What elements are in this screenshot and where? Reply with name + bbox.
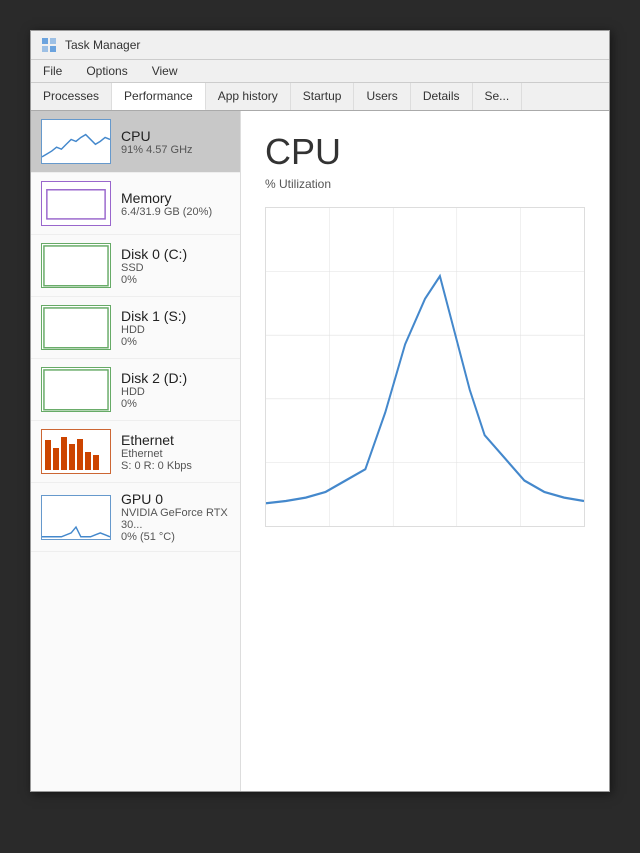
cpu-detail: 91% 4.57 GHz [121,144,230,156]
sidebar: CPU 91% 4.57 GHz Memory 6.4/31.9 GB (20%… [31,111,241,791]
disk1-detail2: 0% [121,336,230,348]
main-panel: CPU % Utilization [241,111,609,791]
tab-services[interactable]: Se... [473,83,523,110]
cpu-info: CPU 91% 4.57 GHz [121,128,230,156]
tab-performance[interactable]: Performance [112,83,206,111]
sidebar-item-cpu[interactable]: CPU 91% 4.57 GHz [31,111,240,173]
tab-app-history[interactable]: App history [206,83,291,110]
window-title: Task Manager [65,38,140,52]
tab-details[interactable]: Details [411,83,473,110]
panel-subtitle: % Utilization [265,177,585,191]
sidebar-item-disk1[interactable]: Disk 1 (S:) HDD 0% [31,297,240,359]
cpu-mini-chart [41,119,111,164]
tab-users[interactable]: Users [354,83,410,110]
sidebar-item-ethernet[interactable]: Ethernet Ethernet S: 0 R: 0 Kbps [31,421,240,483]
disk1-name: Disk 1 (S:) [121,308,230,324]
disk1-info: Disk 1 (S:) HDD 0% [121,308,230,348]
disk0-info: Disk 0 (C:) SSD 0% [121,246,230,286]
panel-title: CPU [265,131,585,173]
menu-file[interactable]: File [39,62,66,80]
menu-options[interactable]: Options [82,62,131,80]
gpu0-info: GPU 0 NVIDIA GeForce RTX 30... 0% (51 °C… [121,491,230,543]
ethernet-mini-chart [41,429,111,474]
tab-processes[interactable]: Processes [31,83,112,110]
cpu-name: CPU [121,128,230,144]
ethernet-name: Ethernet [121,432,230,448]
ethernet-info: Ethernet Ethernet S: 0 R: 0 Kbps [121,432,230,472]
disk2-detail1: HDD [121,386,230,398]
disk0-name: Disk 0 (C:) [121,246,230,262]
sidebar-item-disk2[interactable]: Disk 2 (D:) HDD 0% [31,359,240,421]
memory-mini-chart [41,181,111,226]
task-manager-window: Task Manager File Options View Processes… [30,30,610,792]
disk0-detail1: SSD [121,262,230,274]
title-bar: Task Manager [31,31,609,60]
sidebar-item-gpu0[interactable]: GPU 0 NVIDIA GeForce RTX 30... 0% (51 °C… [31,483,240,552]
ethernet-detail1: Ethernet [121,448,230,460]
disk2-info: Disk 2 (D:) HDD 0% [121,370,230,410]
disk2-mini-chart [41,367,111,412]
content-area: CPU 91% 4.57 GHz Memory 6.4/31.9 GB (20%… [31,111,609,791]
ethernet-detail2: S: 0 R: 0 Kbps [121,460,230,472]
gpu0-name: GPU 0 [121,491,230,507]
tab-startup[interactable]: Startup [291,83,355,110]
menu-bar: File Options View [31,60,609,83]
disk1-mini-chart [41,305,111,350]
memory-detail: 6.4/31.9 GB (20%) [121,206,230,218]
gpu0-detail2: 0% (51 °C) [121,531,230,543]
disk2-name: Disk 2 (D:) [121,370,230,386]
tab-bar: Processes Performance App history Startu… [31,83,609,111]
sidebar-item-disk0[interactable]: Disk 0 (C:) SSD 0% [31,235,240,297]
cpu-graph [265,207,585,527]
memory-name: Memory [121,190,230,206]
sidebar-item-memory[interactable]: Memory 6.4/31.9 GB (20%) [31,173,240,235]
menu-view[interactable]: View [148,62,182,80]
memory-info: Memory 6.4/31.9 GB (20%) [121,190,230,218]
disk2-detail2: 0% [121,398,230,410]
gpu0-mini-chart [41,495,111,540]
app-icon [41,37,57,53]
gpu0-detail1: NVIDIA GeForce RTX 30... [121,507,230,531]
disk0-detail2: 0% [121,274,230,286]
disk0-mini-chart [41,243,111,288]
disk1-detail1: HDD [121,324,230,336]
